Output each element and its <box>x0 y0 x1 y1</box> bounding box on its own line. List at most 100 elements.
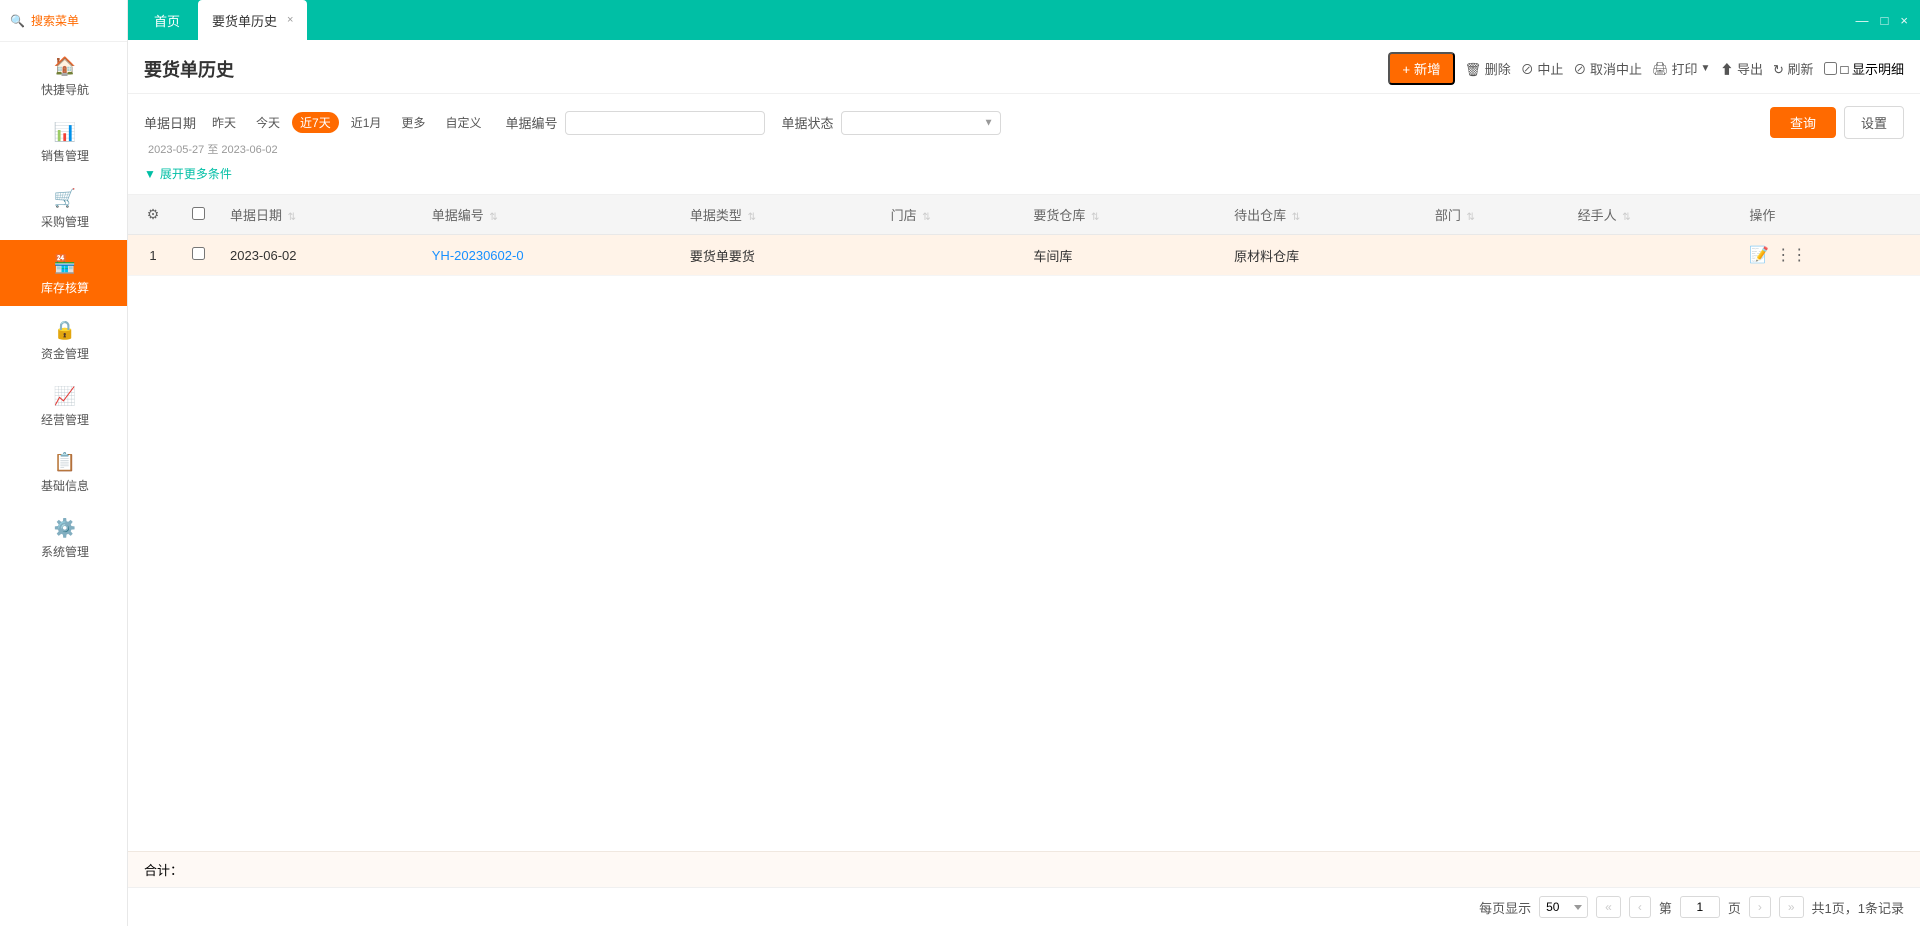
col-select-all <box>178 195 218 235</box>
table-row: 1 2023-06-02 YH-20230602-0 要货单要货 车间库 原材料… <box>128 235 1920 276</box>
col-actions: 操作 <box>1737 195 1920 235</box>
date-btn-1month[interactable]: 近1月 <box>343 112 390 133</box>
stop-button[interactable]: ⊘ 中止 <box>1521 59 1564 78</box>
pagination: 每页显示 50 100 200 « ‹ 第 页 › » 共1页，1条记录 <box>128 887 1920 926</box>
row-actions: 📝 ⋮⋮ <box>1737 235 1920 276</box>
date-btn-more[interactable]: 更多 <box>393 112 433 133</box>
col-type-label: 单据类型 <box>690 208 742 223</box>
last-page-btn[interactable]: » <box>1779 896 1804 918</box>
page-number-input[interactable] <box>1680 896 1720 918</box>
date-btn-today[interactable]: 今天 <box>248 112 288 133</box>
settings-button[interactable]: 设置 <box>1844 106 1904 139</box>
data-table: ⚙ 单据日期 ⇅ 单据编号 ⇅ <box>128 195 1920 276</box>
print-dropdown-icon: ▼ <box>1700 63 1710 74</box>
date-btn-7days[interactable]: 近7天 <box>292 112 339 133</box>
page-label-after: 页 <box>1728 898 1741 917</box>
row-dept <box>1423 235 1566 276</box>
cancel-stop-button[interactable]: ⊘ 取消中止 <box>1573 59 1642 78</box>
sidebar-label-basic-info: 基础信息 <box>41 477 89 494</box>
row-date: 2023-06-02 <box>218 235 420 276</box>
sidebar-item-basic-info[interactable]: 📋 基础信息 <box>0 438 127 504</box>
tab-home[interactable]: 首页 <box>140 0 194 40</box>
sidebar-item-quick-nav[interactable]: 🏠 快捷导航 <box>0 42 127 108</box>
sort-no-icon[interactable]: ⇅ <box>489 212 497 223</box>
sidebar-label-finance: 资金管理 <box>41 345 89 362</box>
sidebar-item-finance[interactable]: 🔒 资金管理 <box>0 306 127 372</box>
add-button[interactable]: + 新增 <box>1388 52 1454 85</box>
window-close-btn[interactable]: × <box>1900 13 1908 28</box>
status-filter-group: 单据状态 ▼ <box>781 111 1001 135</box>
edit-action-btn[interactable]: 📝 <box>1749 245 1769 265</box>
footer: 合计： <box>128 851 1920 887</box>
row-checkbox[interactable] <box>192 247 205 260</box>
search-menu-label: 搜索菜单 <box>31 12 79 29</box>
delete-button[interactable]: 🗑 删除 <box>1465 59 1511 78</box>
sidebar-item-operations[interactable]: 📈 经营管理 <box>0 372 127 438</box>
sidebar-item-sales[interactable]: 📊 销售管理 <box>0 108 127 174</box>
sort-handler-icon[interactable]: ⇅ <box>1622 212 1630 223</box>
status-input[interactable] <box>841 111 1001 135</box>
sales-icon: 📊 <box>54 122 76 143</box>
tab-active-label: 要货单历史 <box>212 11 277 30</box>
sort-pending-wh-icon[interactable]: ⇅ <box>1292 212 1300 223</box>
display-detail-checkbox[interactable] <box>1824 62 1837 75</box>
sidebar-item-system[interactable]: ⚙️ 系统管理 <box>0 504 127 570</box>
col-store-label: 门店 <box>891 208 917 223</box>
sort-type-icon[interactable]: ⇅ <box>748 212 756 223</box>
per-page-select[interactable]: 50 100 200 <box>1539 896 1588 918</box>
sort-dept-icon[interactable]: ⇅ <box>1466 212 1474 223</box>
maximize-btn[interactable]: □ <box>1881 13 1889 28</box>
expand-more-btn[interactable]: ▼ 展开更多条件 <box>144 165 1904 182</box>
sidebar-item-inventory[interactable]: 🏪 库存核算 <box>0 240 127 306</box>
row-type: 要货单要货 <box>678 235 879 276</box>
main-area: 首页 要货单历史 × — □ × 要货单历史 + 新增 🗑 删除 ⊘ 中止 ⊘ … <box>128 0 1920 926</box>
sort-req-wh-icon[interactable]: ⇅ <box>1091 212 1099 223</box>
date-btn-yesterday[interactable]: 昨天 <box>204 112 244 133</box>
sidebar-label-system: 系统管理 <box>41 543 89 560</box>
row-store <box>879 235 1022 276</box>
doc-no-input[interactable] <box>565 111 765 135</box>
col-handler: 经手人 ⇅ <box>1566 195 1738 235</box>
next-page-btn[interactable]: › <box>1749 896 1771 918</box>
topbar: 首页 要货单历史 × — □ × <box>128 0 1920 40</box>
query-button[interactable]: 查询 <box>1770 107 1836 138</box>
sort-store-icon[interactable]: ⇅ <box>922 212 930 223</box>
page-label-before: 第 <box>1659 898 1672 917</box>
status-label: 单据状态 <box>781 113 833 132</box>
sidebar-label-purchase: 采购管理 <box>41 213 89 230</box>
tab-home-label: 首页 <box>154 11 180 30</box>
date-btn-custom[interactable]: 自定义 <box>437 112 489 133</box>
row-no-link[interactable]: YH-20230602-0 <box>432 248 524 263</box>
inventory-icon: 🏪 <box>54 254 76 275</box>
refresh-button[interactable]: ↻ 刷新 <box>1773 59 1814 78</box>
more-action-btn[interactable]: ⋮⋮ <box>1775 245 1807 265</box>
purchase-icon: 🛒 <box>54 188 76 209</box>
tab-close-icon[interactable]: × <box>287 14 293 26</box>
row-pending-warehouse: 原材料仓库 <box>1222 235 1423 276</box>
sidebar-item-purchase[interactable]: 🛒 采购管理 <box>0 174 127 240</box>
col-pending-warehouse: 待出仓库 ⇅ <box>1222 195 1423 235</box>
row-handler <box>1566 235 1738 276</box>
print-button[interactable]: 🖨 打印 ▼ <box>1652 59 1710 78</box>
search-menu[interactable]: 🔍 搜索菜单 <box>0 0 127 42</box>
table-settings-icon[interactable]: ⚙ <box>147 206 160 222</box>
home-icon: 🏠 <box>54 56 76 77</box>
export-button[interactable]: ⬆ 导出 <box>1720 59 1763 78</box>
system-icon: ⚙️ <box>54 518 76 539</box>
minimize-btn[interactable]: — <box>1856 13 1869 28</box>
row-req-warehouse: 车间库 <box>1021 235 1222 276</box>
col-no-label: 单据编号 <box>432 208 484 223</box>
col-type: 单据类型 ⇅ <box>678 195 879 235</box>
table-wrapper: ⚙ 单据日期 ⇅ 单据编号 ⇅ <box>128 195 1920 851</box>
col-dept: 部门 ⇅ <box>1423 195 1566 235</box>
prev-page-btn[interactable]: ‹ <box>1629 896 1651 918</box>
display-detail-toggle[interactable]: □ 显示明细 <box>1824 59 1904 78</box>
sort-date-icon[interactable]: ⇅ <box>288 212 296 223</box>
select-all-checkbox[interactable] <box>192 207 205 220</box>
tab-active[interactable]: 要货单历史 × <box>198 0 307 40</box>
row-no: YH-20230602-0 <box>420 235 678 276</box>
first-page-btn[interactable]: « <box>1596 896 1621 918</box>
date-filter-group: 单据日期 昨天 今天 近7天 近1月 更多 自定义 <box>144 112 489 133</box>
per-page-label: 每页显示 <box>1479 898 1531 917</box>
col-store: 门店 ⇅ <box>879 195 1022 235</box>
